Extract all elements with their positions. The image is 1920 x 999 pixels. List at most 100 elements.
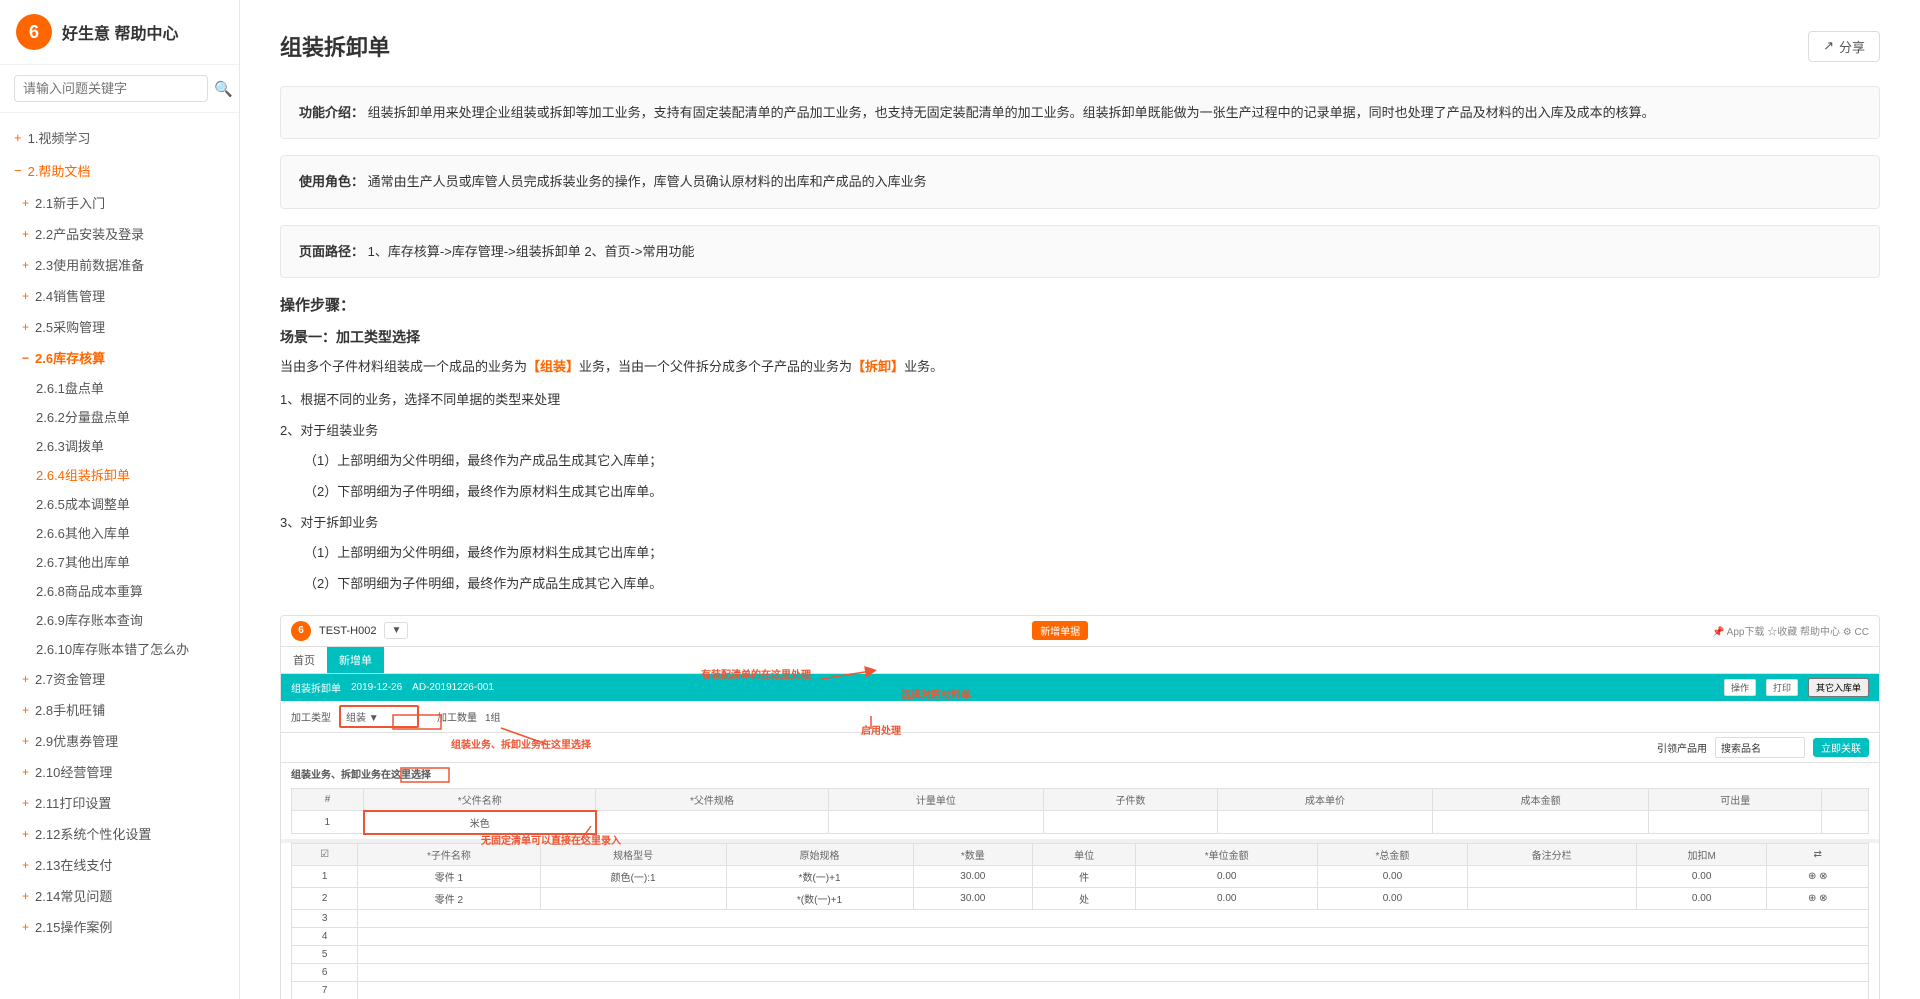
ops-section: 操作步骤： 场景一：加工类型选择 当由多个子件材料组装成一个成品的业务为【组装】… <box>280 294 1880 999</box>
sidebar-item-gc261[interactable]: 2.6.1盘点单 <box>36 373 239 402</box>
td-unit <box>828 811 1044 834</box>
collapse-icon: − <box>22 351 29 365</box>
mock-logo: 6 <box>291 621 311 641</box>
mock-btn-new[interactable]: 新增单据 <box>1032 621 1088 640</box>
mock-top-table-label: 组装业务、拆卸业务在这里选择 <box>291 763 1869 784</box>
step-3: 3、对于拆卸业务 <box>280 511 1880 536</box>
sidebar-item-gc2610[interactable]: 2.6.10库存账本错了怎么办 <box>36 634 239 663</box>
step-3-1: （1）上部明细为父件明细，最终作为原材料生成其它出库单； <box>280 541 1880 566</box>
expand-icon: + <box>22 796 29 810</box>
expand-icon: + <box>22 765 29 779</box>
sidebar-item-video-learning[interactable]: + 1.视频学习 <box>0 121 239 154</box>
brow1-act: ⊕ ⊗ <box>1767 865 1869 887</box>
nav-section-2: − 2.帮助文档 + 2.1新手入门 + 2.2产品安装及登录 + 2.3使用前… <box>0 154 239 942</box>
sidebar-item-c22[interactable]: + 2.2产品安装及登录 <box>22 218 239 249</box>
sidebar-item-gc265[interactable]: 2.6.5成本调整单 <box>36 489 239 518</box>
sidebar-item-gc264[interactable]: 2.6.4组装拆卸单 <box>36 460 239 489</box>
sidebar-item-c28[interactable]: + 2.8手机旺铺 <box>22 694 239 725</box>
sidebar-item-c25[interactable]: + 2.5采购管理 <box>22 311 239 342</box>
sidebar-item-c26[interactable]: − 2.6库存核算 <box>22 342 239 373</box>
brow1-unit: 件 <box>1033 865 1136 887</box>
brow2-rem <box>1467 887 1636 909</box>
search-icon[interactable]: 🔍 <box>214 80 233 98</box>
brow1-sku: *数(一)+1 <box>726 865 913 887</box>
sidebar-item-c213[interactable]: + 2.13在线支付 <box>22 849 239 880</box>
th-cost: 成本单价 <box>1217 788 1433 811</box>
brow2-spec <box>540 887 726 909</box>
bth-total2: *总金额 <box>1318 843 1467 865</box>
mock-top-table-area: 组装业务、拆卸业务在这里选择 # *父件名称 *父件规格 计量单位 子件数 成本… <box>281 763 1879 839</box>
brow2-sel: 2 <box>292 887 358 909</box>
step-2-2: （2）下部明细为子件明细，最终作为原材料生成其它出库单。 <box>280 480 1880 505</box>
mock-dropdown[interactable]: ▼ <box>384 622 408 639</box>
path-label: 页面路径： <box>299 244 364 259</box>
logo-title: 好生意 帮助中心 <box>62 20 178 44</box>
mock-tab-new[interactable]: 新增单 <box>327 647 384 673</box>
sidebar-item-c214[interactable]: + 2.14常见问题 <box>22 880 239 911</box>
expand-icon: + <box>22 289 29 303</box>
bth-qty: *数量 <box>913 843 1033 865</box>
highlight-disassembly: 【拆卸】 <box>852 359 904 374</box>
mock-btn-save[interactable]: 操作 <box>1724 679 1756 696</box>
scene1-title: 场景一：加工类型选择 <box>280 327 1880 347</box>
brow2-qty: 30.00 <box>913 887 1033 909</box>
sidebar-item-help-docs[interactable]: − 2.帮助文档 <box>0 154 239 187</box>
sidebar-item-c210[interactable]: + 2.10经营管理 <box>22 756 239 787</box>
step-2-1: （1）上部明细为父件明细，最终作为产成品生成其它入库单； <box>280 449 1880 474</box>
sidebar-item-c21[interactable]: + 2.1新手入门 <box>22 187 239 218</box>
brow1-spec: 颜色(一):1 <box>540 865 726 887</box>
mock-icons: 📌 App下载 ☆收藏 帮助中心 ⚙ CC <box>1712 623 1869 638</box>
sidebar-item-gc268[interactable]: 2.6.8商品成本重算 <box>36 576 239 605</box>
bth-spec: 规格型号 <box>540 843 726 865</box>
screenshot-mockup: 6 TEST-H002 ▼ 新增单据 📌 App下载 ☆收藏 帮助中心 ⚙ CC… <box>281 616 1879 999</box>
role-block: 使用角色： 通常由生产人员或库管人员完成拆装业务的操作，库管人员确认原材料的出库… <box>280 155 1880 208</box>
th-qty: 子件数 <box>1044 788 1217 811</box>
sidebar-item-gc269[interactable]: 2.6.9库存账本查询 <box>36 605 239 634</box>
td-cost <box>1217 811 1433 834</box>
brow4-sel: 4 <box>292 927 358 945</box>
logo-icon: 6 <box>16 14 52 50</box>
sidebar-item-c27[interactable]: + 2.7资金管理 <box>22 663 239 694</box>
expand-icon: + <box>22 320 29 334</box>
mock-process-row: 引领产品用 搜索品名 立即关联 <box>281 733 1879 763</box>
sidebar-item-c24[interactable]: + 2.4销售管理 <box>22 280 239 311</box>
sidebar-item-gc263[interactable]: 2.6.3调拨单 <box>36 431 239 460</box>
mock-type-field[interactable]: 组装 ▼ <box>339 705 419 728</box>
share-button[interactable]: ↗ 分享 <box>1808 31 1880 62</box>
expand-icon: + <box>22 703 29 717</box>
expand-icon: + <box>22 889 29 903</box>
mock-process-btn[interactable]: 立即关联 <box>1813 738 1869 757</box>
ops-steps: 1、根据不同的业务，选择不同单据的类型来处理 2、对于组装业务 （1）上部明细为… <box>280 388 1880 597</box>
td-name[interactable]: 米色 <box>364 811 596 834</box>
scene1-desc: 当由多个子件材料组装成一个成品的业务为【组装】业务，当由一个父件拆分成多个子产品… <box>280 355 1880 380</box>
bth-sel: ☑ <box>292 843 358 865</box>
sidebar-item-gc266[interactable]: 2.6.6其他入库单 <box>36 518 239 547</box>
brow6-sel: 6 <box>292 963 358 981</box>
sidebar-item-c29[interactable]: + 2.9优惠券管理 <box>22 725 239 756</box>
sidebar-item-c23[interactable]: + 2.3使用前数据准备 <box>22 249 239 280</box>
search-input[interactable] <box>14 75 208 102</box>
td-spec <box>596 811 828 834</box>
mock-btn-confirm[interactable]: 其它入库单 <box>1808 678 1869 697</box>
sidebar-item-c215[interactable]: + 2.15操作案例 <box>22 911 239 942</box>
role-text: 通常由生产人员或库管人员完成拆装业务的操作，库管人员确认原材料的出库和产成品的入… <box>368 174 927 189</box>
mock-process-label: 引领产品用 <box>1657 740 1707 755</box>
bth-name: *子件名称 <box>358 843 540 865</box>
page-title: 组装拆卸单 <box>280 30 390 62</box>
function-intro-label: 功能介绍： <box>299 105 364 120</box>
th-action <box>1822 788 1869 811</box>
mock-btn-print[interactable]: 打印 <box>1766 679 1798 696</box>
mock-process-field[interactable]: 搜索品名 <box>1715 737 1805 758</box>
screenshot-area: 6 TEST-H002 ▼ 新增单据 📌 App下载 ☆收藏 帮助中心 ⚙ CC… <box>280 615 1880 999</box>
brow3-empty <box>358 909 1869 927</box>
expand-icon: + <box>22 827 29 841</box>
sidebar-item-c211[interactable]: + 2.11打印设置 <box>22 787 239 818</box>
bth-rem: 备注分栏 <box>1467 843 1636 865</box>
sidebar-item-gc262[interactable]: 2.6.2分量盘点单 <box>36 402 239 431</box>
mock-tab-home[interactable]: 首页 <box>281 647 327 673</box>
sidebar-item-gc267[interactable]: 2.6.7其他出库单 <box>36 547 239 576</box>
sidebar-item-c212[interactable]: + 2.12系统个性化设置 <box>22 818 239 849</box>
mock-bill-bar: 组装拆卸单 2019-12-26 AD-20191226-001 操作 打印 其… <box>281 674 1879 701</box>
td-act <box>1822 811 1869 834</box>
brow1-total2: 0.00 <box>1318 865 1467 887</box>
